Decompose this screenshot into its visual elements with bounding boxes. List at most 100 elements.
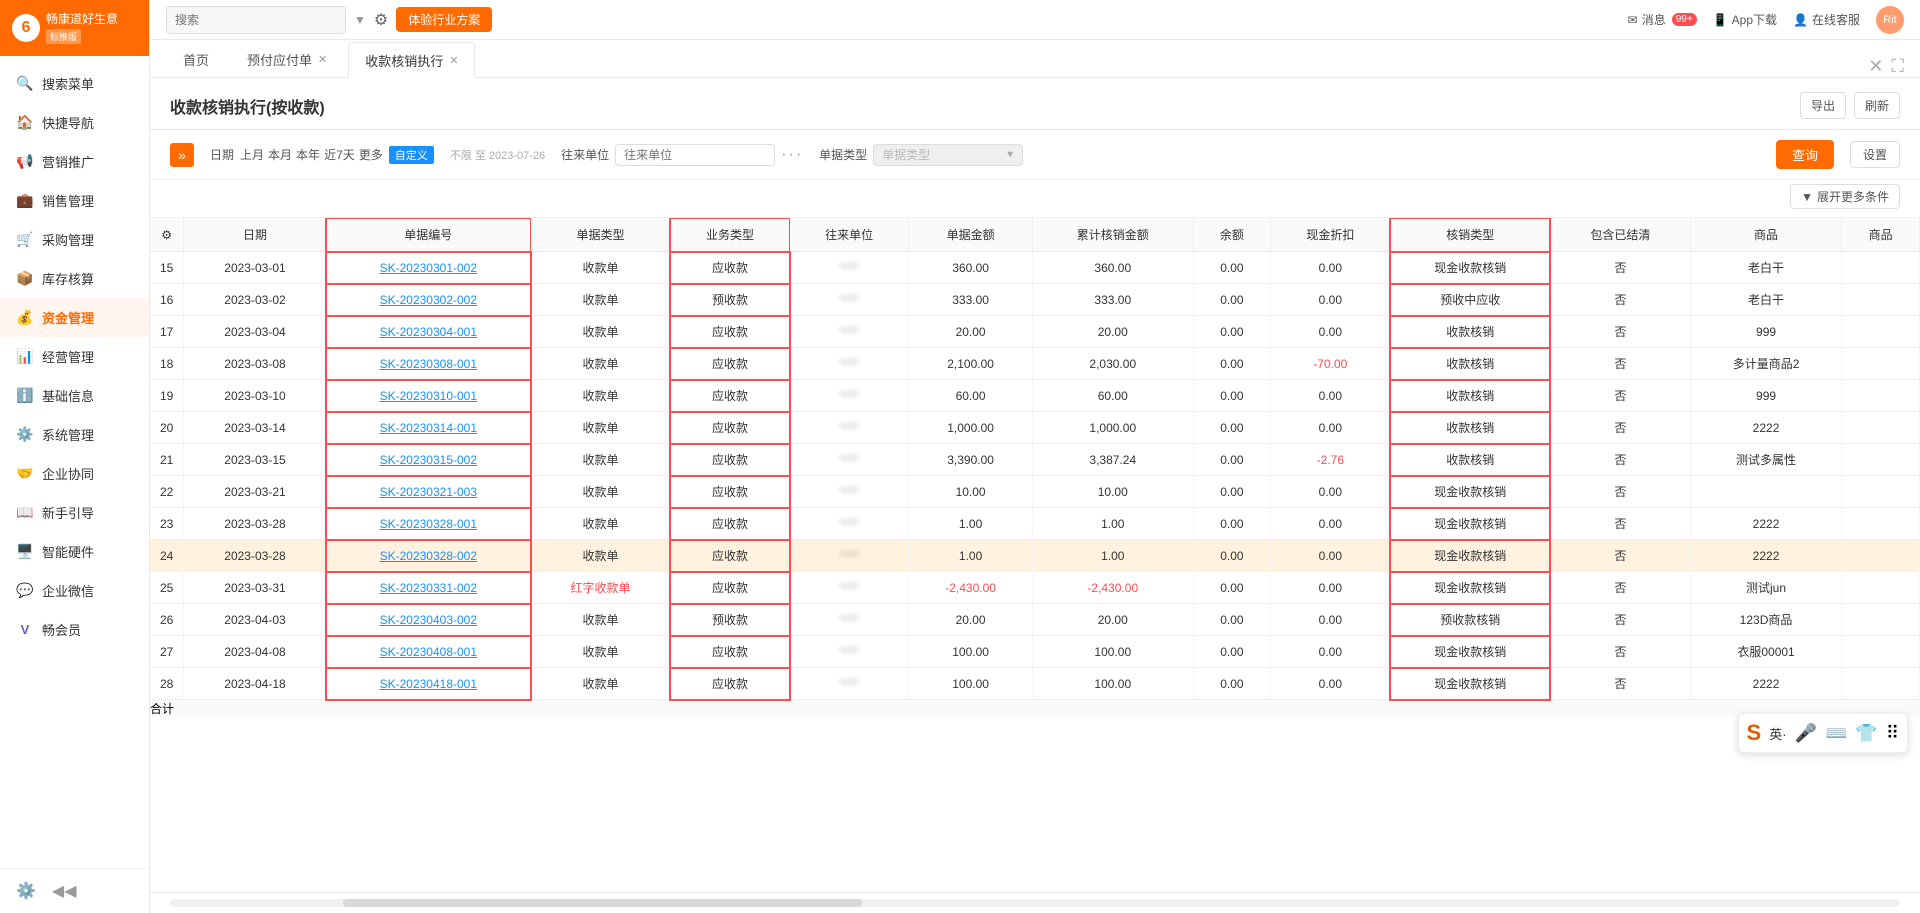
solution-button[interactable]: 体验行业方案	[396, 7, 492, 32]
filter-setting-button[interactable]: 设置	[1850, 141, 1900, 168]
sidebar-item-business[interactable]: 📊经营管理	[0, 337, 149, 376]
th-date[interactable]: 日期	[184, 218, 326, 252]
row-verify-type: 收款核销	[1390, 348, 1551, 380]
row-doc-no[interactable]: SK-20230328-002	[326, 540, 530, 572]
th-cumulative[interactable]: 累计核销金额	[1032, 218, 1193, 252]
date-7days[interactable]: 近7天	[324, 146, 355, 163]
sidebar-item-inventory[interactable]: 📦库存核算	[0, 259, 149, 298]
th-discount[interactable]: 现金折扣	[1271, 218, 1390, 252]
sidebar-item-member[interactable]: V畅会员	[0, 610, 149, 649]
row-doc-no[interactable]: SK-20230301-002	[326, 252, 530, 284]
search-input[interactable]	[166, 6, 346, 34]
row-doc-no[interactable]: SK-20230321-003	[326, 476, 530, 508]
th-verify-type[interactable]: 核销类型	[1390, 218, 1551, 252]
collapse-icon[interactable]: ◀◀	[52, 881, 77, 901]
filter-expand-button[interactable]: »	[170, 143, 194, 167]
row-no: 21	[150, 444, 184, 476]
sidebar-item-label: 营销推广	[42, 152, 94, 171]
tab-collection[interactable]: 收款核销执行 ✕	[348, 42, 475, 78]
sidebar-item-label: 快捷导航	[42, 113, 94, 132]
settings-footer-icon[interactable]: ⚙️	[16, 881, 36, 901]
sidebar-item-hardware[interactable]: 🖥️智能硬件	[0, 532, 149, 571]
row-doc-no[interactable]: SK-20230302-002	[326, 284, 530, 316]
row-biz-type: 预收款	[670, 284, 789, 316]
topbar-right: ✉ 消息 99+ 📱 App下载 👤 在线客服 Rit	[1628, 6, 1904, 34]
keyboard-icon[interactable]: ⌨️	[1825, 723, 1847, 744]
sidebar-item-purchase[interactable]: 🛒采购管理	[0, 220, 149, 259]
grid-icon[interactable]: ⠿	[1886, 723, 1899, 744]
date-more[interactable]: 更多	[359, 146, 383, 163]
row-no: 18	[150, 348, 184, 380]
sidebar-item-sales[interactable]: 💼销售管理	[0, 181, 149, 220]
tab-collection-close-icon[interactable]: ✕	[449, 54, 458, 67]
row-doc-no[interactable]: SK-20230310-001	[326, 380, 530, 412]
scrollbar-track[interactable]	[170, 899, 1900, 907]
custom-date-button[interactable]: 自定义	[389, 146, 434, 164]
row-doc-type: 收款单	[531, 444, 671, 476]
row-doc-no[interactable]: SK-20230328-001	[326, 508, 530, 540]
doc-type-select[interactable]: 单据类型	[873, 144, 1023, 166]
row-doc-no[interactable]: SK-20230418-001	[326, 668, 530, 700]
row-discount: 0.00	[1271, 540, 1390, 572]
online-service-button[interactable]: 👤 在线客服	[1793, 11, 1860, 28]
row-doc-no[interactable]: SK-20230304-001	[326, 316, 530, 348]
row-doc-no[interactable]: SK-20230403-002	[326, 604, 530, 636]
date-this-year[interactable]: 本年	[296, 146, 320, 163]
user-avatar[interactable]: Rit	[1876, 6, 1904, 34]
row-doc-no[interactable]: SK-20230314-001	[326, 412, 530, 444]
tab-home[interactable]: 首页	[166, 41, 226, 77]
th-settings[interactable]: ⚙	[150, 218, 184, 252]
query-button[interactable]: 查询	[1776, 140, 1834, 169]
th-goods1[interactable]: 商品	[1690, 218, 1841, 252]
date-this-month[interactable]: 本月	[268, 146, 292, 163]
row-doc-no[interactable]: SK-20230331-002	[326, 572, 530, 604]
scrollbar-thumb[interactable]	[343, 899, 862, 907]
horizontal-scrollbar[interactable]	[150, 892, 1920, 913]
row-doc-no[interactable]: SK-20230408-001	[326, 636, 530, 668]
row-biz-type: 应收款	[670, 316, 789, 348]
mic-icon[interactable]: 🎤	[1795, 723, 1817, 744]
message-button[interactable]: ✉ 消息 99+	[1628, 11, 1697, 28]
sidebar-item-wechat[interactable]: 💬企业微信	[0, 571, 149, 610]
app-download-button[interactable]: 📱 App下载	[1713, 11, 1777, 28]
sidebar-item-marketing[interactable]: 📢营销推广	[0, 142, 149, 181]
expand-more-button[interactable]: ▼ 展开更多条件	[1790, 184, 1900, 209]
sidebar-item-collab[interactable]: 🤝企业协同	[0, 454, 149, 493]
th-doc-type[interactable]: 单据类型	[531, 218, 671, 252]
date-last-month[interactable]: 上月	[240, 146, 264, 163]
th-doc-no[interactable]: 单据编号	[326, 218, 530, 252]
row-cumulative: 2,030.00	[1032, 348, 1193, 380]
row-goods2	[1842, 348, 1920, 380]
th-goods2[interactable]: 商品	[1842, 218, 1920, 252]
row-included: 否	[1550, 604, 1690, 636]
sidebar-item-system[interactable]: ⚙️系统管理	[0, 415, 149, 454]
sidebar-item-guide[interactable]: 📖新手引导	[0, 493, 149, 532]
th-amount[interactable]: 单据金额	[909, 218, 1033, 252]
tab-prepaid[interactable]: 预付应付单 ✕	[230, 41, 344, 77]
row-doc-no[interactable]: SK-20230308-001	[326, 348, 530, 380]
export-button[interactable]: 导出	[1800, 92, 1846, 119]
row-goods2	[1842, 604, 1920, 636]
row-goods1: 2222	[1690, 508, 1841, 540]
th-biz-type[interactable]: 业务类型	[670, 218, 789, 252]
tab-expand-icon[interactable]: ⛶	[1891, 56, 1904, 77]
row-doc-no[interactable]: SK-20230315-002	[326, 444, 530, 476]
row-amount: 10.00	[909, 476, 1033, 508]
partner-dots-icon[interactable]: ···	[781, 146, 803, 164]
th-partner[interactable]: 往来单位	[790, 218, 909, 252]
sidebar-item-search[interactable]: 🔍搜索菜单	[0, 64, 149, 103]
sidebar-item-basic[interactable]: ℹ️基础信息	[0, 376, 149, 415]
settings-icon[interactable]: ⚙	[374, 10, 388, 30]
sidebar-item-nav[interactable]: 🏠快捷导航	[0, 103, 149, 142]
th-balance[interactable]: 余额	[1193, 218, 1271, 252]
row-discount: 0.00	[1271, 316, 1390, 348]
partner-input[interactable]	[615, 144, 775, 166]
sidebar-item-finance[interactable]: 💰资金管理	[0, 298, 149, 337]
th-included[interactable]: 包含已结清	[1550, 218, 1690, 252]
tab-prepaid-close-icon[interactable]: ✕	[318, 53, 327, 66]
tab-close-all-icon[interactable]: ✕	[1868, 56, 1883, 77]
row-biz-type: 应收款	[670, 540, 789, 572]
row-partner: ****	[790, 668, 909, 700]
refresh-button[interactable]: 刷新	[1854, 92, 1900, 119]
shirt-icon[interactable]: 👕	[1855, 723, 1877, 744]
